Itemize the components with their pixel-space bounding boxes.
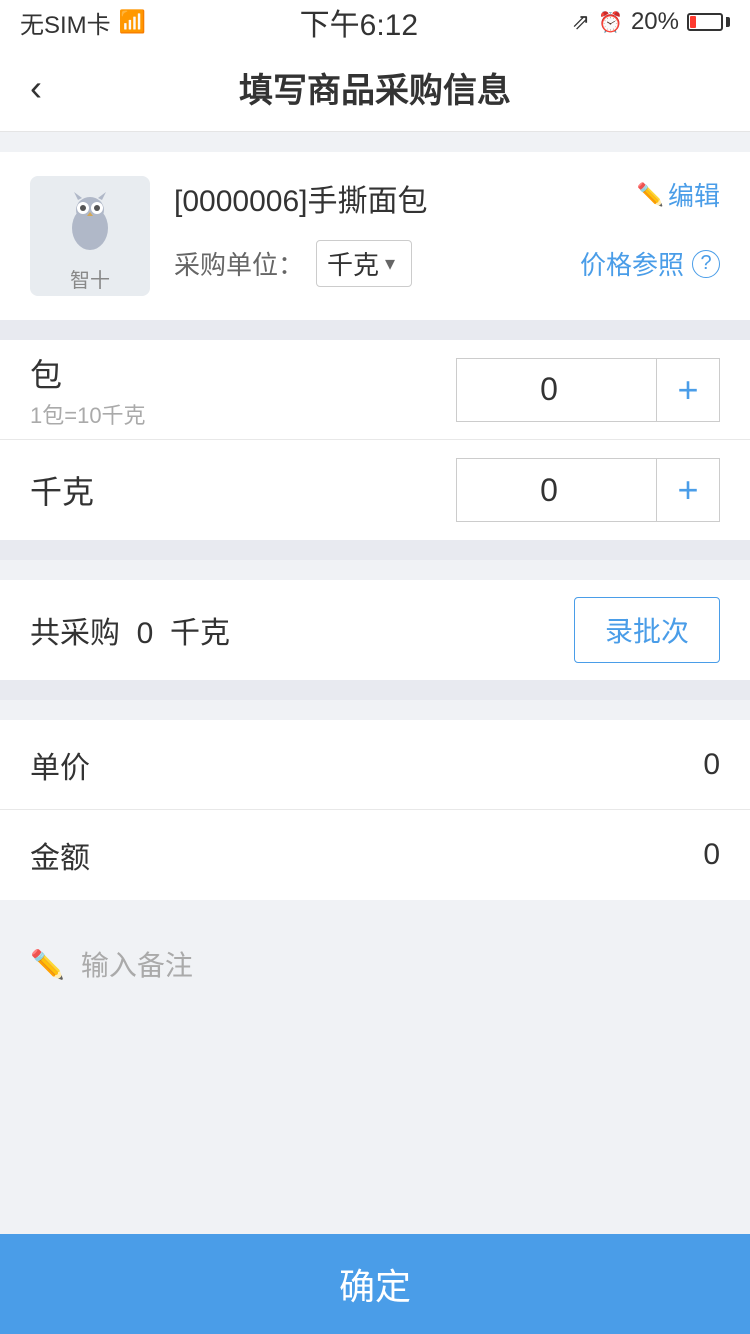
product-info: [0000006]手撕面包 ✏️ 编辑 采购单位： 千克 ▾: [174, 176, 720, 287]
bag-input-row: 包 1包=10千克 +: [0, 340, 750, 440]
status-time: 下午6:12: [300, 0, 418, 44]
product-card: 智十 [0000006]手撕面包 ✏️ 编辑 采购单位：: [0, 152, 750, 320]
unit-price-label: 单价: [30, 743, 90, 787]
status-right: ⇗ ⏰ 20%: [572, 8, 730, 36]
bag-label: 包: [30, 350, 146, 396]
edit-icon: ✏️: [637, 182, 664, 208]
product-name: [0000006]手撕面包: [174, 176, 427, 220]
separator-3: [0, 680, 750, 700]
unit-label: 采购单位：: [174, 245, 304, 282]
product-logo: [50, 180, 130, 260]
wifi-icon: 📶: [119, 9, 146, 35]
confirm-button[interactable]: 确定: [0, 1234, 750, 1334]
alarm-icon: ⏰: [598, 10, 623, 35]
price-ref-button[interactable]: 价格参照 ?: [580, 245, 720, 282]
batch-button[interactable]: 录批次: [574, 597, 720, 663]
product-image-label: 智十: [70, 264, 110, 293]
unit-price-row: 单价 0: [0, 720, 750, 810]
carrier-text: 无SIM卡: [20, 5, 111, 40]
unit-select[interactable]: 千克 ▾: [316, 240, 412, 287]
pencil-icon: ✏️: [30, 948, 65, 981]
nav-bar: ‹ 填写商品采购信息: [0, 44, 750, 132]
page-title: 填写商品采购信息: [239, 63, 511, 112]
back-button[interactable]: ‹: [30, 67, 42, 109]
unit-price-value: 0: [703, 748, 720, 782]
bag-plus-button[interactable]: +: [656, 358, 720, 422]
status-left: 无SIM卡 📶: [20, 5, 146, 40]
kg-label: 千克: [30, 467, 94, 513]
summary-text: 共采购 0 千克: [30, 608, 230, 652]
kg-input-control: +: [456, 458, 720, 522]
remark-section[interactable]: ✏️ 输入备注: [0, 920, 750, 1008]
bag-sublabel: 1包=10千克: [30, 398, 146, 430]
kg-quantity-input[interactable]: [456, 458, 656, 522]
summary-section: 共采购 0 千克 录批次: [0, 580, 750, 680]
battery-icon: [687, 13, 730, 31]
kg-plus-button[interactable]: +: [656, 458, 720, 522]
chevron-down-icon: ▾: [385, 251, 395, 276]
content-filler: [0, 1008, 750, 1208]
location-icon: ⇗: [572, 9, 590, 35]
input-section: 包 1包=10千克 + 千克 +: [0, 340, 750, 540]
amount-value: 0: [703, 838, 720, 872]
product-image: 智十: [30, 176, 150, 296]
amount-label: 金额: [30, 833, 90, 877]
bag-input-control: +: [456, 358, 720, 422]
remark-placeholder: 输入备注: [81, 944, 193, 984]
separator-1: [0, 320, 750, 340]
kg-input-row: 千克 +: [0, 440, 750, 540]
help-icon: ?: [692, 250, 720, 278]
status-bar: 无SIM卡 📶 下午6:12 ⇗ ⏰ 20%: [0, 0, 750, 44]
edit-button[interactable]: ✏️ 编辑: [637, 176, 720, 213]
battery-percent: 20%: [631, 8, 679, 36]
bag-quantity-input[interactable]: [456, 358, 656, 422]
price-section: 单价 0 金额 0: [0, 720, 750, 900]
summary-row: 共采购 0 千克 录批次: [0, 580, 750, 680]
separator-2: [0, 540, 750, 560]
amount-row: 金额 0: [0, 810, 750, 900]
